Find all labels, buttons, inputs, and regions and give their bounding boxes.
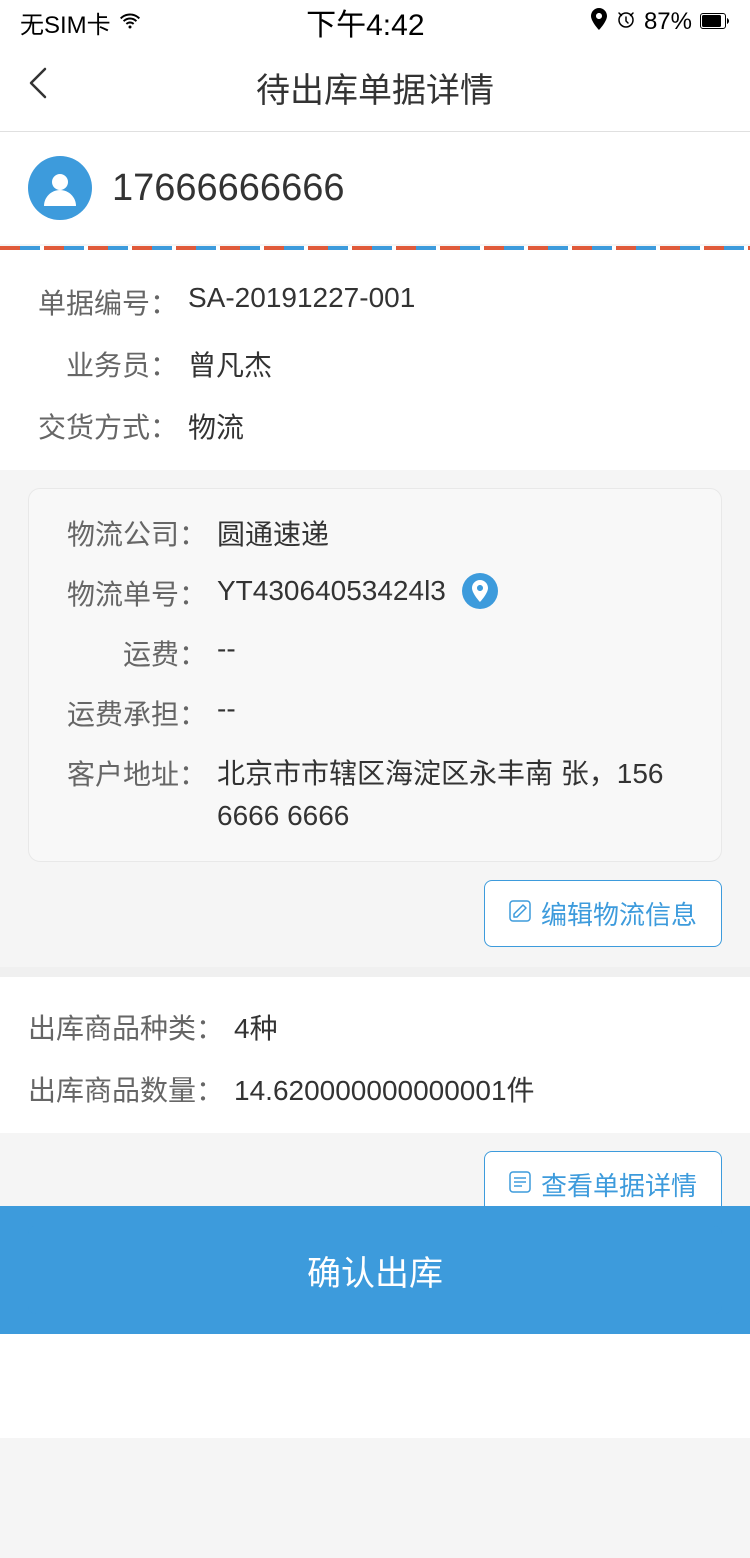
edit-icon bbox=[509, 898, 531, 929]
signal-text: 无SIM卡 bbox=[20, 5, 111, 40]
address-value: 北京市市辖区海淀区永丰南 张，156 6666 6666 bbox=[217, 753, 693, 837]
tracking-location-icon[interactable] bbox=[462, 573, 498, 609]
address-row: 客户地址： 北京市市辖区海淀区永丰南 张，156 6666 6666 bbox=[57, 753, 693, 837]
tracking-label: 物流单号： bbox=[57, 573, 217, 613]
logistics-company-value: 圆通速递 bbox=[217, 513, 693, 553]
avatar bbox=[28, 156, 92, 220]
logistics-company-label: 物流公司： bbox=[57, 513, 217, 553]
edit-btn-wrapper: 编辑物流信息 bbox=[28, 880, 722, 947]
customer-header: 17666666666 bbox=[0, 132, 750, 244]
customer-phone: 17666666666 bbox=[112, 167, 344, 210]
goods-type-label: 出库商品种类： bbox=[28, 1007, 234, 1047]
document-icon bbox=[509, 1169, 531, 1200]
goods-type-row: 出库商品种类： 4种 bbox=[28, 1007, 722, 1047]
location-status-icon bbox=[590, 8, 608, 37]
nav-bar: 待出库单据详情 bbox=[0, 44, 750, 132]
tracking-number: YT43064053424l3 bbox=[217, 575, 446, 607]
goods-quantity-row: 出库商品数量： 14.620000000000001件 bbox=[28, 1069, 722, 1109]
view-details-label: 查看单据详情 bbox=[541, 1166, 697, 1203]
freight-bear-row: 运费承担： -- bbox=[57, 693, 693, 733]
salesperson-label: 业务员： bbox=[28, 344, 188, 384]
delivery-value: 物流 bbox=[188, 406, 722, 446]
order-no-value: SA-20191227-001 bbox=[188, 282, 722, 314]
salesperson-value: 曾凡杰 bbox=[188, 344, 722, 384]
goods-section: 出库商品种类： 4种 出库商品数量： 14.620000000000001件 bbox=[0, 977, 750, 1133]
freight-bear-label: 运费承担： bbox=[57, 693, 217, 733]
battery-text: 87% bbox=[644, 8, 692, 36]
freight-label: 运费： bbox=[57, 633, 217, 673]
wifi-icon bbox=[119, 9, 141, 35]
freight-bear-value: -- bbox=[217, 693, 693, 725]
alarm-status-icon bbox=[616, 8, 636, 36]
dashed-divider bbox=[0, 246, 750, 252]
delivery-label: 交货方式： bbox=[28, 406, 188, 446]
freight-value: -- bbox=[217, 633, 693, 665]
tracking-row: 物流单号： YT43064053424l3 bbox=[57, 573, 693, 613]
freight-row: 运费： -- bbox=[57, 633, 693, 673]
delivery-row: 交货方式： 物流 bbox=[28, 406, 722, 446]
status-bar: 无SIM卡 下午4:42 87% bbox=[0, 0, 750, 44]
order-no-row: 单据编号： SA-20191227-001 bbox=[28, 282, 722, 322]
section-divider bbox=[0, 967, 750, 977]
goods-quantity-label: 出库商品数量： bbox=[28, 1069, 234, 1109]
goods-quantity-value: 14.620000000000001件 bbox=[234, 1069, 722, 1109]
confirm-outbound-button[interactable]: 确认出库 bbox=[28, 1226, 722, 1314]
back-button[interactable] bbox=[28, 66, 48, 109]
content-area: 17666666666 单据编号： SA-20191227-001 业务员： 曾… bbox=[0, 132, 750, 1558]
page-title: 待出库单据详情 bbox=[256, 63, 494, 112]
edit-logistics-button[interactable]: 编辑物流信息 bbox=[484, 880, 722, 947]
tracking-value: YT43064053424l3 bbox=[217, 573, 693, 609]
logistics-company-row: 物流公司： 圆通速递 bbox=[57, 513, 693, 553]
confirm-btn-wrapper: 确认出库 bbox=[0, 1206, 750, 1334]
order-no-label: 单据编号： bbox=[28, 282, 188, 322]
salesperson-row: 业务员： 曾凡杰 bbox=[28, 344, 722, 384]
logistics-card: 物流公司： 圆通速递 物流单号： YT43064053424l3 运费： -- … bbox=[28, 488, 722, 862]
edit-logistics-label: 编辑物流信息 bbox=[541, 895, 697, 932]
battery-icon bbox=[700, 8, 730, 36]
goods-type-value: 4种 bbox=[234, 1007, 722, 1047]
order-info-section: 单据编号： SA-20191227-001 业务员： 曾凡杰 交货方式： 物流 bbox=[0, 252, 750, 470]
time-display: 下午4:42 bbox=[306, 0, 424, 44]
address-label: 客户地址： bbox=[57, 753, 217, 793]
